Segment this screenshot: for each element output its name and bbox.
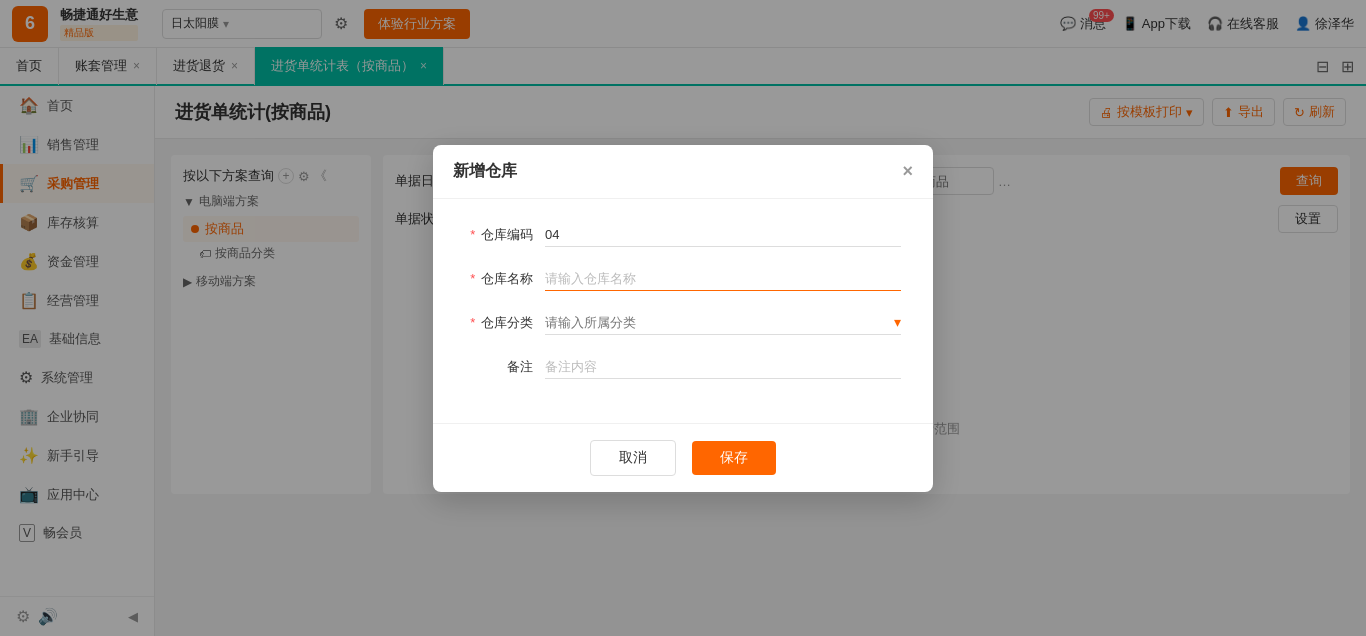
category-label-container: * 仓库分类 (465, 314, 545, 332)
code-input[interactable] (545, 223, 901, 247)
note-input[interactable] (545, 355, 901, 379)
form-row-category: * 仓库分类 ▾ (465, 311, 901, 335)
category-select-container[interactable]: ▾ (545, 311, 901, 335)
code-required-mark: * (470, 227, 475, 242)
dialog-footer: 取消 保存 (433, 423, 933, 492)
category-field-label: 仓库分类 (481, 315, 533, 330)
dialog-body: * 仓库编码 * 仓库名称 * 仓库分类 (433, 199, 933, 423)
category-input[interactable] (545, 311, 894, 334)
form-row-note: 备注 (465, 355, 901, 379)
name-field-label: 仓库名称 (481, 271, 533, 286)
form-row-name: * 仓库名称 (465, 267, 901, 291)
form-row-code: * 仓库编码 (465, 223, 901, 247)
category-dropdown-icon: ▾ (894, 314, 901, 330)
category-required-mark: * (470, 315, 475, 330)
dialog-header: 新增仓库 × (433, 145, 933, 199)
name-label-container: * 仓库名称 (465, 270, 545, 288)
name-input[interactable] (545, 267, 901, 291)
code-label-container: * 仓库编码 (465, 226, 545, 244)
dialog-title: 新增仓库 (453, 161, 517, 182)
note-field-label: 备注 (507, 359, 533, 374)
add-warehouse-dialog: 新增仓库 × * 仓库编码 * 仓库名称 (433, 145, 933, 492)
note-label-container: 备注 (465, 358, 545, 376)
save-button[interactable]: 保存 (692, 441, 776, 475)
name-required-mark: * (470, 271, 475, 286)
code-field-label: 仓库编码 (481, 227, 533, 242)
modal-overlay[interactable]: 新增仓库 × * 仓库编码 * 仓库名称 (0, 0, 1366, 636)
cancel-button[interactable]: 取消 (590, 440, 676, 476)
dialog-close-button[interactable]: × (902, 161, 913, 182)
